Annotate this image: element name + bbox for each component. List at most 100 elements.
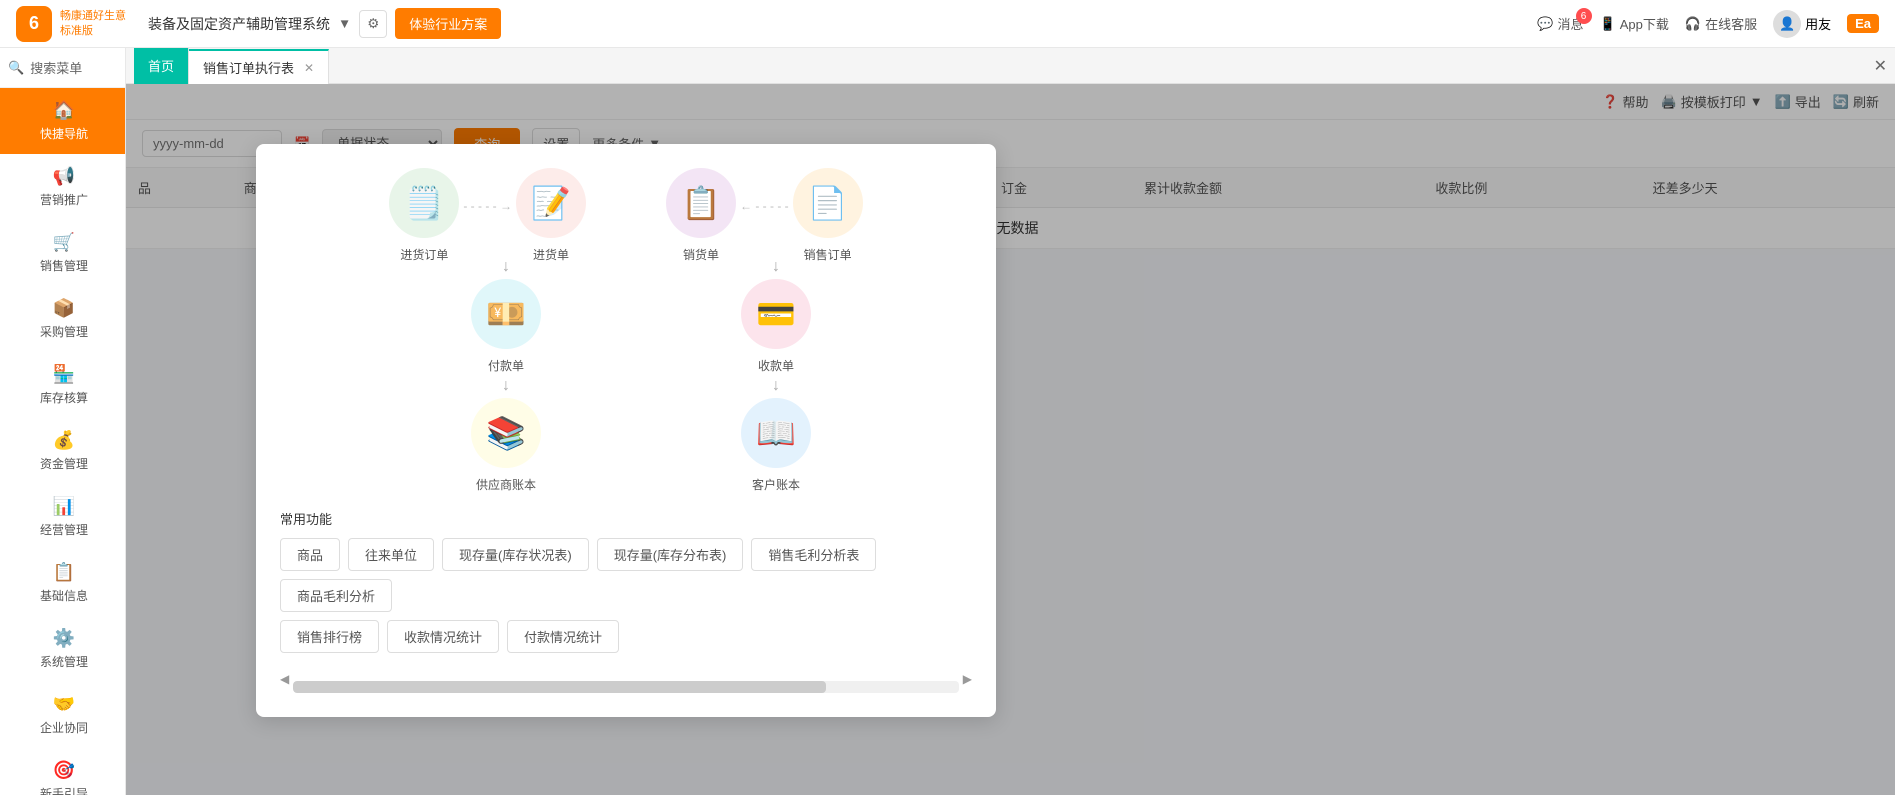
- sidebar-item-basics[interactable]: 📋 基础信息: [0, 550, 125, 616]
- download-icon: 📱: [1600, 16, 1616, 32]
- scroll-right-btn[interactable]: ▶: [963, 672, 972, 686]
- flow-node-purchase-order: 🗒️ 进货订单: [389, 168, 459, 263]
- app-container: 6 畅康通好生意 标准版 装备及固定资产辅助管理系统 ▼ ⚙ 体验行业方案 💬 …: [0, 0, 1895, 795]
- basics-icon: 📋: [53, 562, 75, 583]
- tab-sales-order-exec-label: 销售订单执行表: [203, 58, 294, 77]
- page-content: ❓ 帮助 🖨️ 按模板打印 ▼ ⬆️ 导出 🔄 刷新: [126, 84, 1895, 795]
- online-service-item[interactable]: 🎧 在线客服: [1685, 14, 1757, 33]
- logo-area: 6 畅康通好生意 标准版: [16, 6, 136, 42]
- sidebar-item-label-operations: 经营管理: [40, 521, 88, 538]
- user-area[interactable]: 👤 用友: [1773, 10, 1831, 38]
- sidebar-item-marketing[interactable]: 📢 营销推广: [0, 154, 125, 220]
- system-title-text: 装备及固定资产辅助管理系统: [148, 14, 330, 34]
- arrow-po-pb: - - - - - →: [463, 199, 512, 233]
- flow-diagram: 🗒️ 进货订单 - - - - - → 📝 进货单: [280, 168, 972, 263]
- func-btn-product-gross[interactable]: 商品毛利分析: [280, 579, 392, 612]
- sidebar-item-purchase[interactable]: 📦 采购管理: [0, 286, 125, 352]
- func-btn-payment-stats[interactable]: 付款情况统计: [507, 620, 619, 653]
- sidebar-item-label-newbie: 新手引导: [40, 785, 88, 795]
- sales-bill-icon: 📋: [666, 168, 736, 238]
- avatar: 👤: [1773, 10, 1801, 38]
- app-download-item[interactable]: 📱 App下载: [1600, 14, 1669, 33]
- sidebar-item-label-finance: 资金管理: [40, 455, 88, 472]
- search-label: 搜索菜单: [30, 58, 82, 77]
- settings-btn[interactable]: ⚙: [359, 10, 387, 38]
- online-service-label: 在线客服: [1705, 14, 1757, 33]
- sidebar-item-label-basics: 基础信息: [40, 587, 88, 604]
- trial-btn[interactable]: 体验行业方案: [395, 8, 501, 39]
- sidebar-item-finance[interactable]: 💰 资金管理: [0, 418, 125, 484]
- sales-order-icon: 📄: [793, 168, 863, 238]
- sidebar-item-sales[interactable]: 🛒 销售管理: [0, 220, 125, 286]
- modal-scrollbar[interactable]: [293, 681, 959, 693]
- tab-home[interactable]: 首页: [134, 48, 189, 84]
- func-btn-stock-status[interactable]: 现存量(库存状况表): [442, 538, 589, 571]
- main-area: 🔍 搜索菜单 🏠 快捷导航 📢 营销推广 🛒 销售管理 📦 采购管理 🏪: [0, 48, 1895, 795]
- sidebar-item-label-quick-nav: 快捷导航: [40, 125, 88, 142]
- message-item[interactable]: 💬 消息 6: [1537, 14, 1583, 33]
- func-buttons-row1: 商品 往来单位 现存量(库存状况表) 现存量(库存分布表) 销售毛利分析表 商品…: [280, 538, 972, 612]
- sidebar: 🔍 搜索菜单 🏠 快捷导航 📢 营销推广 🛒 销售管理 📦 采购管理 🏪: [0, 48, 126, 795]
- receipt-icon: 💳: [741, 279, 811, 349]
- logo-icon: 6: [16, 6, 52, 42]
- sales-icon: 🛒: [53, 232, 75, 253]
- purchase-icon: 📦: [53, 298, 75, 319]
- sidebar-item-system[interactable]: ⚙️ 系统管理: [0, 616, 125, 682]
- flow-node-purchase-bill: 📝 进货单: [516, 168, 586, 263]
- sidebar-item-enterprise[interactable]: 🤝 企业协同: [0, 682, 125, 748]
- sidebar-item-quick-nav[interactable]: 🏠 快捷导航: [0, 88, 125, 154]
- operations-icon: 📊: [53, 496, 75, 517]
- func-btn-stock-dist[interactable]: 现存量(库存分布表): [597, 538, 744, 571]
- app-download-label: App下载: [1620, 14, 1669, 33]
- sidebar-item-label-marketing: 营销推广: [40, 191, 88, 208]
- sidebar-item-inventory[interactable]: 🏪 库存核算: [0, 352, 125, 418]
- flow-right-group: 📋 销货单 ← - - - - - 📄 销售订单: [666, 168, 863, 263]
- sidebar-item-label-enterprise: 企业协同: [40, 719, 88, 736]
- scrollbar-thumb: [293, 681, 825, 693]
- modal-scrollbar-area: ◀ ▶: [280, 665, 972, 693]
- purchase-order-icon: 🗒️: [389, 168, 459, 238]
- flow-left-group: 🗒️ 进货订单 - - - - - → 📝 进货单: [389, 168, 586, 263]
- flow-receipt-col: ↓ 💳 收款单 ↓ 📖 客户账本: [741, 255, 811, 493]
- tab-close-btn[interactable]: ✕: [304, 61, 314, 75]
- supplier-ledger-icon: 📚: [471, 398, 541, 468]
- purchase-bill-icon: 📝: [516, 168, 586, 238]
- common-func-section: 常用功能 商品 往来单位 现存量(库存状况表) 现存量(库存分布表) 销售毛利分…: [280, 509, 972, 653]
- supplier-ledger-label: 供应商账本: [476, 476, 536, 493]
- system-icon: ⚙️: [53, 628, 75, 649]
- tab-bar-close-btn[interactable]: ✕: [1874, 56, 1887, 76]
- message-badge: 6: [1576, 8, 1592, 24]
- flow-node-sales-bill: 📋 销货单: [666, 168, 736, 263]
- sidebar-search[interactable]: 🔍 搜索菜单: [0, 48, 125, 88]
- scroll-left-btn[interactable]: ◀: [280, 672, 289, 686]
- search-icon: 🔍: [8, 60, 24, 76]
- system-dropdown-btn[interactable]: ▼: [338, 16, 351, 31]
- home-icon: 🏠: [53, 100, 75, 121]
- inventory-icon: 🏪: [53, 364, 75, 385]
- flow-node-sales-order: 📄 销售订单: [793, 168, 863, 263]
- marketing-icon: 📢: [53, 166, 75, 187]
- ea-badge: Ea: [1847, 14, 1879, 33]
- func-btn-sales-ranking[interactable]: 销售排行榜: [280, 620, 379, 653]
- func-btn-product[interactable]: 商品: [280, 538, 340, 571]
- content-area: 首页 销售订单执行表 ✕ ✕ ❓ 帮助 🖨️: [126, 48, 1895, 795]
- sidebar-item-operations[interactable]: 📊 经营管理: [0, 484, 125, 550]
- common-func-title: 常用功能: [280, 509, 972, 528]
- func-btn-receipt-stats[interactable]: 收款情况统计: [387, 620, 499, 653]
- func-btn-counterpart[interactable]: 往来单位: [348, 538, 434, 571]
- flow-second-row: ↓ 💴 付款单 ↓ 📚 供应商账本: [280, 255, 972, 493]
- service-icon: 🎧: [1685, 16, 1701, 32]
- customer-ledger-label: 客户账本: [752, 476, 800, 493]
- tab-sales-order-exec[interactable]: 销售订单执行表 ✕: [189, 49, 329, 85]
- enterprise-icon: 🤝: [53, 694, 75, 715]
- arrow-down-customer: ↓: [772, 374, 780, 398]
- sidebar-item-newbie[interactable]: 🎯 新手引导: [0, 748, 125, 795]
- func-btn-sales-gross[interactable]: 销售毛利分析表: [751, 538, 876, 571]
- logo-text: 畅康通好生意 标准版: [60, 9, 126, 38]
- user-label: 用友: [1805, 14, 1831, 33]
- arrow-down-supplier: ↓: [502, 374, 510, 398]
- arrow-down-payment: ↓: [502, 255, 510, 279]
- sidebar-item-label-sales: 销售管理: [40, 257, 88, 274]
- flow-modal: 🗒️ 进货订单 - - - - - → 📝 进货单: [256, 144, 996, 717]
- flow-node-payment: 💴 付款单: [471, 279, 541, 374]
